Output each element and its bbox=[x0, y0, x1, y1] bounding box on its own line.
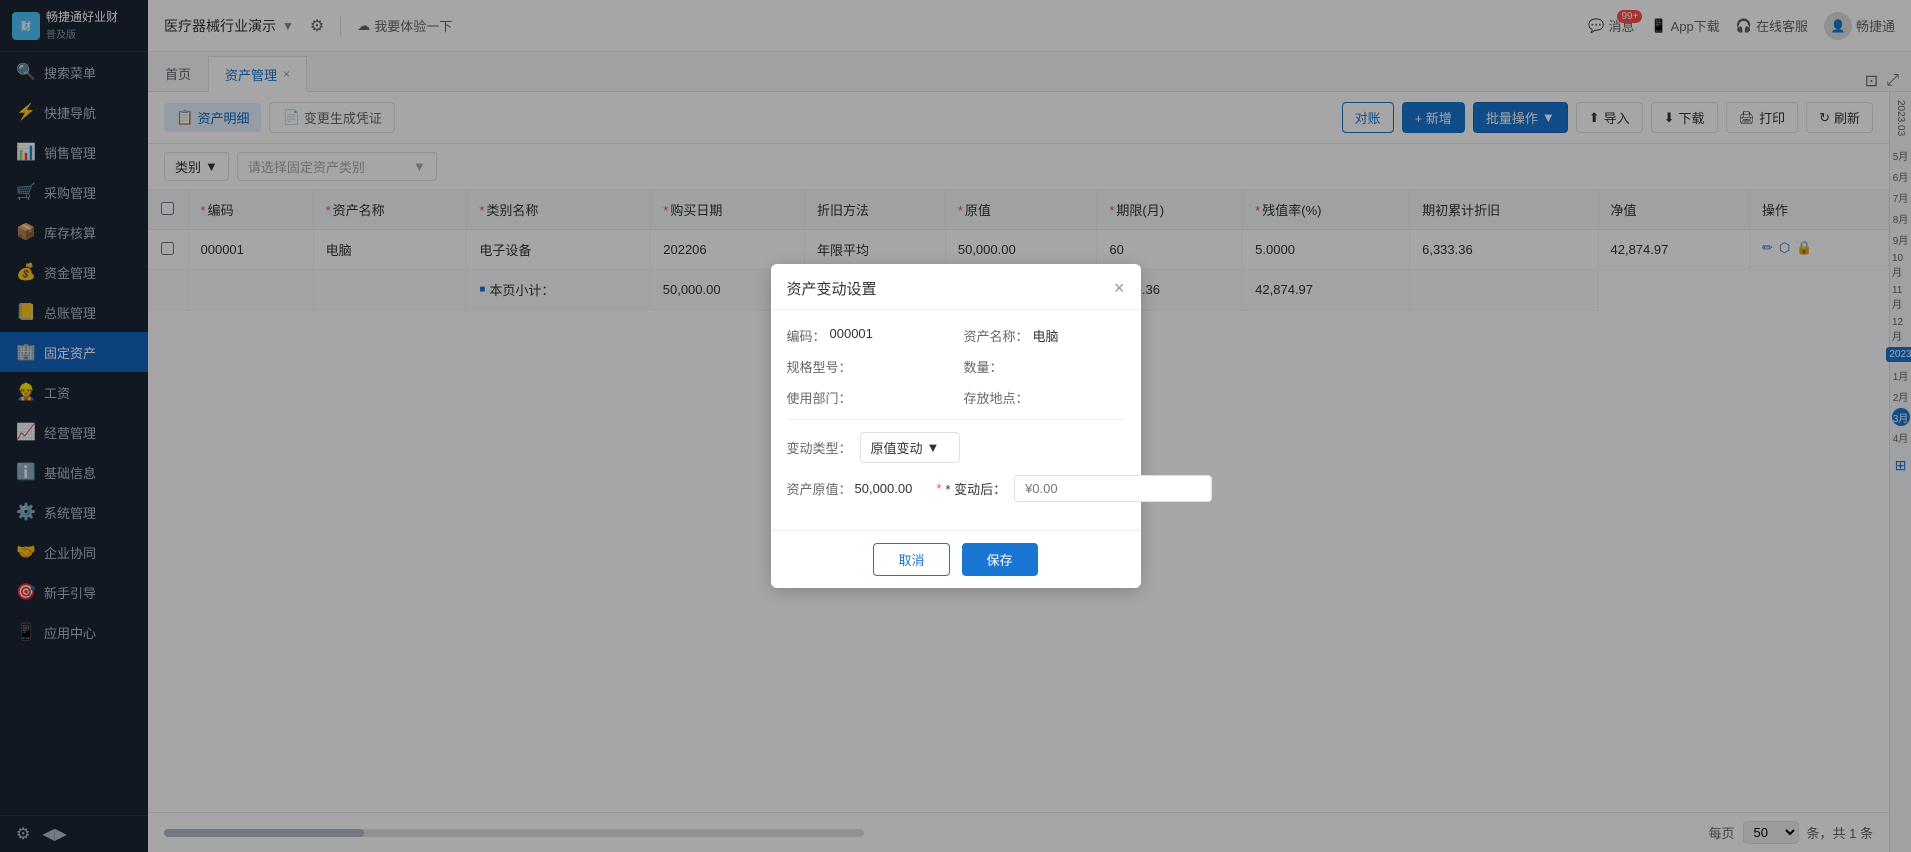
dialog-row-code-name: 编码： 000001 资产名称： 电脑 bbox=[787, 326, 1125, 345]
after-change-input[interactable] bbox=[1014, 475, 1212, 502]
cancel-button[interactable]: 取消 bbox=[873, 543, 949, 576]
code-value: 000001 bbox=[830, 326, 873, 345]
dialog-row-dept-location: 使用部门： 存放地点： bbox=[787, 388, 1125, 407]
change-type-label: 变动类型： bbox=[787, 438, 852, 457]
dialog-change-type-row: 变动类型： 原值变动 ▼ bbox=[787, 432, 1125, 463]
dialog-body: 编码： 000001 资产名称： 电脑 规格型号： 数量： bbox=[771, 310, 1141, 530]
dialog-header: 资产变动设置 × bbox=[771, 264, 1141, 310]
dialog-field-asset-name: 资产名称： 电脑 bbox=[964, 326, 1125, 345]
code-label: 编码： bbox=[787, 326, 826, 345]
asset-name-value: 电脑 bbox=[1033, 326, 1059, 345]
dialog-close-button[interactable]: × bbox=[1114, 278, 1125, 299]
dialog-value-row: 资产原值： 50,000.00 * * 变动后： bbox=[787, 475, 1125, 502]
original-value-label: 资产原值： bbox=[787, 479, 847, 498]
dialog-footer: 取消 保存 bbox=[771, 530, 1141, 588]
spec-label: 规格型号： bbox=[787, 357, 852, 376]
dialog-field-spec: 规格型号： bbox=[787, 357, 948, 376]
dialog-field-location: 存放地点： bbox=[964, 388, 1125, 407]
dialog-row-spec-qty: 规格型号： 数量： bbox=[787, 357, 1125, 376]
change-type-arrow-icon: ▼ bbox=[927, 440, 940, 455]
after-change-required: * bbox=[936, 481, 941, 496]
asset-name-label: 资产名称： bbox=[964, 326, 1029, 345]
after-change-label: * 变动后： bbox=[945, 479, 1006, 498]
dialog-field-quantity: 数量： bbox=[964, 357, 1125, 376]
asset-change-dialog: 资产变动设置 × 编码： 000001 资产名称： 电脑 规格型号： bbox=[771, 264, 1141, 588]
change-type-value: 原值变动 bbox=[871, 438, 923, 457]
change-type-select[interactable]: 原值变动 ▼ bbox=[860, 432, 960, 463]
dialog-field-code: 编码： 000001 bbox=[787, 326, 948, 345]
save-button[interactable]: 保存 bbox=[962, 543, 1038, 576]
dialog-field-dept: 使用部门： bbox=[787, 388, 948, 407]
dept-label: 使用部门： bbox=[787, 388, 852, 407]
after-change-field: * * 变动后： bbox=[936, 475, 1212, 502]
dialog-title: 资产变动设置 bbox=[787, 278, 877, 299]
location-label: 存放地点： bbox=[964, 388, 1029, 407]
original-value-display: 50,000.00 bbox=[855, 481, 913, 496]
dialog-divider bbox=[787, 419, 1125, 420]
quantity-label: 数量： bbox=[964, 357, 1003, 376]
modal-overlay: 资产变动设置 × 编码： 000001 资产名称： 电脑 规格型号： bbox=[0, 0, 1911, 852]
